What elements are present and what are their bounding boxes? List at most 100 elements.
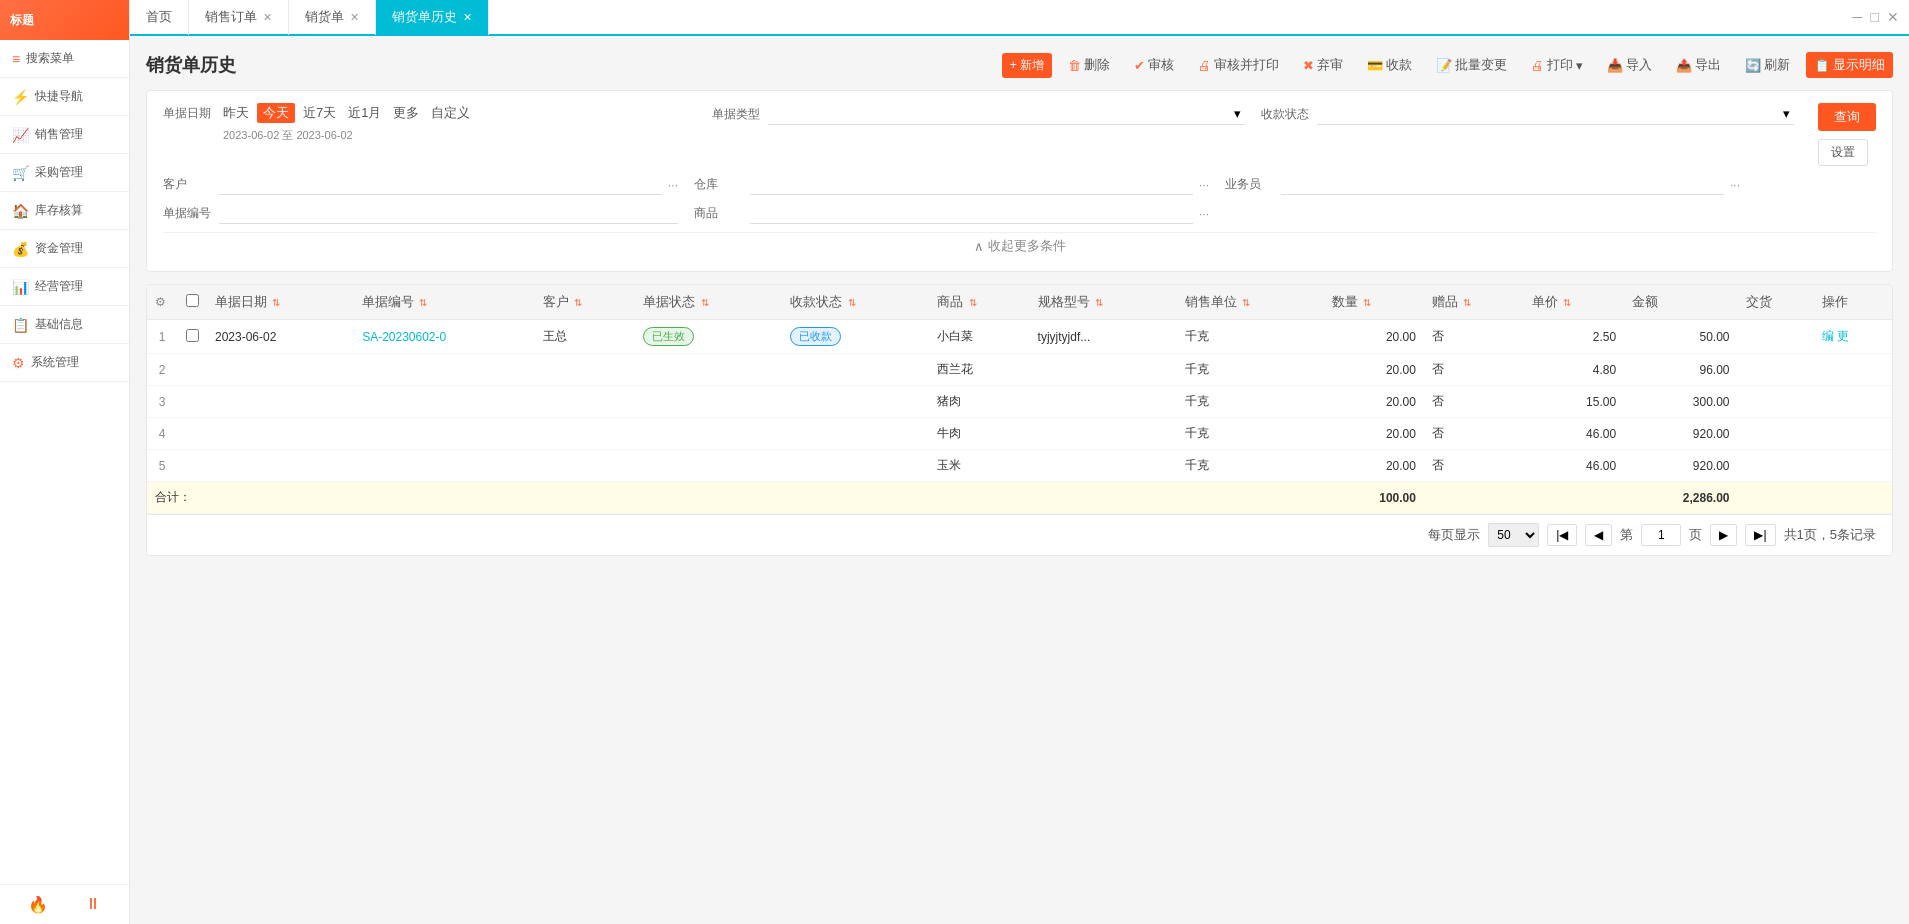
print-dropdown-icon: ▾: [1576, 58, 1583, 73]
shortcut-custom[interactable]: 自定义: [427, 103, 474, 123]
docno-link[interactable]: SA-20230602-0: [362, 330, 446, 344]
warehouse-input[interactable]: [750, 174, 1193, 195]
sidebar-item-quick-nav[interactable]: ⚡ 快捷导航: [0, 78, 129, 116]
docno-input[interactable]: [219, 203, 678, 224]
refresh-icon: 🔄: [1745, 58, 1761, 73]
shortcut-7days[interactable]: 近7天: [299, 103, 340, 123]
warehouse-filter: 仓库 ···: [694, 174, 1209, 195]
th-qty-sort[interactable]: ⇅: [1363, 297, 1371, 308]
table-settings-header[interactable]: ⚙: [147, 285, 177, 320]
tab-sales-history[interactable]: 销货单历史 ✕: [376, 0, 489, 35]
sidebar-item-purchase[interactable]: 🛒 采购管理: [0, 154, 129, 192]
refresh-label: 刷新: [1764, 56, 1790, 74]
row-price: 15.00: [1524, 386, 1624, 418]
sidebar-item-basic-info[interactable]: 📋 基础信息: [0, 306, 129, 344]
close-button[interactable]: ✕: [1887, 9, 1899, 25]
doc-type-select[interactable]: ▾: [768, 103, 1245, 125]
th-date-sort[interactable]: ⇅: [272, 297, 280, 308]
salesperson-label: 业务员: [1225, 176, 1275, 193]
abandon-button[interactable]: ✖ 弃审: [1295, 52, 1351, 78]
customer-more[interactable]: ···: [668, 178, 678, 192]
display-button[interactable]: 📋 显示明细: [1806, 52, 1893, 78]
th-spec-sort[interactable]: ⇅: [1095, 297, 1103, 308]
salesperson-input[interactable]: [1281, 174, 1724, 195]
shortcut-yesterday[interactable]: 昨天: [219, 103, 253, 123]
tab-sales-order-close[interactable]: ✕: [263, 11, 272, 24]
settings-button[interactable]: 设置: [1818, 139, 1868, 166]
app-logo: 标题: [10, 12, 34, 29]
batch-change-button[interactable]: 📝 批量变更: [1428, 52, 1515, 78]
collect-button[interactable]: 💳 收款: [1359, 52, 1420, 78]
print-icon: 🖨: [1531, 58, 1544, 73]
th-pay-status-sort[interactable]: ⇅: [848, 297, 856, 308]
row-pay-status: [782, 354, 929, 386]
th-goods-sort[interactable]: ⇅: [969, 297, 977, 308]
sidebar-item-finance[interactable]: 💰 资金管理: [0, 230, 129, 268]
audit-print-button[interactable]: 🖨 审核并打印: [1190, 52, 1287, 78]
th-gift-sort[interactable]: ⇅: [1463, 297, 1471, 308]
tab-sales-order[interactable]: 销售订单 ✕: [189, 0, 289, 35]
query-button[interactable]: 查询: [1818, 103, 1876, 131]
warehouse-more[interactable]: ···: [1199, 178, 1209, 192]
th-docno-sort[interactable]: ⇅: [419, 297, 427, 308]
tab-sales-goods-close[interactable]: ✕: [350, 11, 359, 24]
sidebar-bottom-icon2[interactable]: ⏸: [85, 895, 101, 914]
delete-icon: 🗑: [1068, 58, 1081, 73]
export-label: 导出: [1695, 56, 1721, 74]
import-button[interactable]: 📥 导入: [1599, 52, 1660, 78]
filter-panel: 单据日期 昨天 今天 近7天 近1月 更多 自定义 2023-06-02 至 2…: [146, 90, 1893, 272]
edit-action[interactable]: 编: [1822, 329, 1834, 343]
shortcut-more[interactable]: 更多: [389, 103, 423, 123]
row-doc-status: [635, 354, 782, 386]
th-unit-sort[interactable]: ⇅: [1242, 297, 1250, 308]
sidebar-item-ops[interactable]: 📊 经营管理: [0, 268, 129, 306]
th-qty: 数量 ⇅: [1324, 285, 1424, 320]
customer-input[interactable]: [219, 174, 662, 195]
th-price-sort[interactable]: ⇅: [1563, 297, 1571, 308]
minimize-button[interactable]: ─: [1853, 9, 1863, 25]
per-page-select[interactable]: 50 100 200: [1488, 523, 1539, 547]
collapse-button[interactable]: ∧ 收起更多条件: [163, 232, 1876, 259]
shortcut-1month[interactable]: 近1月: [344, 103, 385, 123]
goods-more[interactable]: ···: [1199, 207, 1209, 221]
page-input[interactable]: [1641, 524, 1681, 546]
maximize-button[interactable]: □: [1871, 9, 1879, 25]
next-page-button[interactable]: ▶: [1710, 524, 1737, 546]
goods-input[interactable]: [750, 203, 1193, 224]
last-page-button[interactable]: ▶|: [1745, 524, 1775, 546]
row-actions: [1814, 450, 1893, 482]
warehouse-label: 仓库: [694, 176, 744, 193]
row-customer: [535, 386, 635, 418]
first-page-button[interactable]: |◀: [1547, 524, 1577, 546]
shortcut-today[interactable]: 今天: [257, 103, 295, 123]
th-amount: 金额: [1624, 285, 1737, 320]
sidebar-item-search-menu[interactable]: ≡ 搜索菜单: [0, 40, 129, 78]
tab-sales-history-close[interactable]: ✕: [463, 11, 472, 24]
th-customer-sort[interactable]: ⇅: [574, 297, 582, 308]
row-date: [207, 450, 354, 482]
select-all-checkbox[interactable]: [186, 294, 199, 307]
refresh-button[interactable]: 🔄 刷新: [1737, 52, 1798, 78]
sidebar-item-inventory[interactable]: 🏠 库存核算: [0, 192, 129, 230]
export-button[interactable]: 📤 导出: [1668, 52, 1729, 78]
sidebar-bottom-icon1[interactable]: 🔥: [28, 895, 48, 914]
tab-home[interactable]: 首页: [130, 0, 189, 35]
tab-sales-goods[interactable]: 销货单 ✕: [289, 0, 376, 35]
prev-page-button[interactable]: ◀: [1585, 524, 1612, 546]
payment-status-select[interactable]: ▾: [1317, 103, 1794, 125]
row-price: 2.50: [1524, 320, 1624, 354]
basic-info-icon: 📋: [12, 317, 29, 333]
th-amount-label: 金额: [1632, 294, 1658, 309]
audit-button[interactable]: ✔ 审核: [1126, 52, 1182, 78]
print-button[interactable]: 🖨 打印 ▾: [1523, 52, 1591, 78]
salesperson-more[interactable]: ···: [1730, 178, 1740, 192]
more-action[interactable]: 更: [1837, 329, 1849, 343]
sidebar-item-sales[interactable]: 📈 销售管理: [0, 116, 129, 154]
sidebar-item-system[interactable]: ⚙ 系统管理: [0, 344, 129, 382]
delete-button[interactable]: 🗑 删除: [1060, 52, 1118, 78]
new-button[interactable]: + 新增: [1002, 53, 1052, 78]
th-doc-status-sort[interactable]: ⇅: [701, 297, 709, 308]
total-records: 共1页，5条记录: [1784, 526, 1876, 544]
row-checkbox[interactable]: [186, 329, 199, 342]
table-row: 5 玉米 千克 20.00 否 46.00 920.00: [147, 450, 1892, 482]
